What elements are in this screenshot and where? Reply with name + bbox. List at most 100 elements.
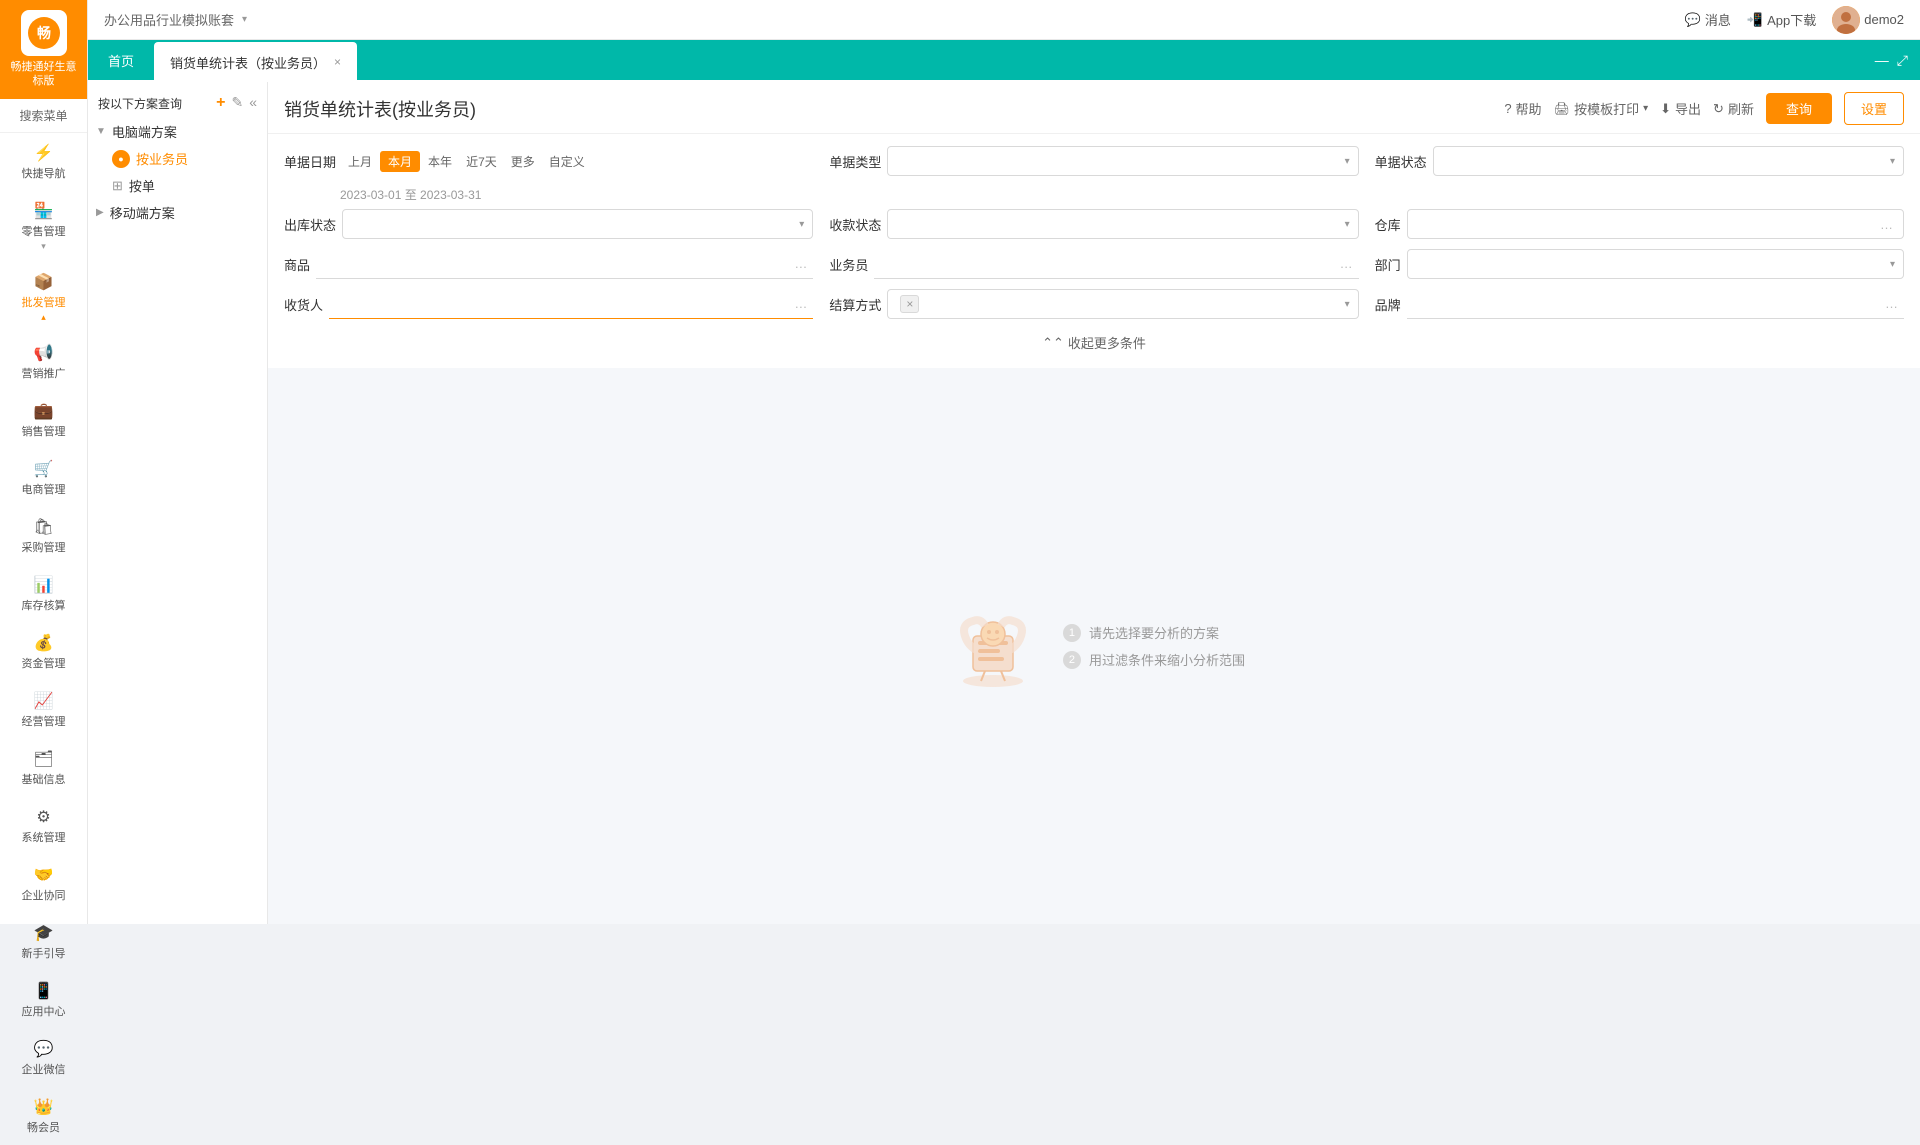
tab-bar: 首页 销货单统计表（按业务员） × — ⤢ bbox=[88, 40, 1920, 80]
collapse-icon: ⌃⌃ bbox=[1042, 335, 1064, 351]
quick-nav-icon: ⚡ bbox=[34, 143, 54, 163]
message-button[interactable]: 💬 消息 bbox=[1685, 10, 1731, 29]
department-select[interactable]: ▾ bbox=[1407, 249, 1904, 279]
goods-label: 商品 bbox=[284, 255, 310, 274]
template-print-button[interactable]: 🖨 按模板打印 ▾ bbox=[1554, 99, 1649, 118]
sidebar-item-ecommerce[interactable]: 🛒 电商管理 bbox=[0, 449, 87, 507]
tree-by-order[interactable]: ⊞ 按单 bbox=[88, 172, 267, 199]
tree-by-salesperson[interactable]: ● 按业务员 bbox=[88, 145, 267, 172]
brand-input[interactable]: … bbox=[1407, 289, 1904, 319]
export-button[interactable]: ⬇ 导出 bbox=[1660, 99, 1701, 118]
sidebar-quick-nav[interactable]: ⚡ 快捷导航 bbox=[0, 133, 87, 191]
header-dropdown-icon[interactable]: ▾ bbox=[242, 14, 247, 25]
tree-mobile-label: 移动端方案 bbox=[110, 203, 175, 222]
wholesale-label: 批发管理 bbox=[22, 294, 66, 310]
consignee-input[interactable]: … bbox=[329, 289, 813, 319]
sidebar-search[interactable]: 搜索菜单 bbox=[0, 99, 87, 133]
brand-dots: … bbox=[1885, 296, 1900, 311]
date-tab-custom[interactable]: 自定义 bbox=[543, 151, 591, 172]
page-title-bar: 销货单统计表(按业务员) ? 帮助 🖨 按模板打印 ▾ ⬇ 导出 bbox=[268, 80, 1920, 134]
refresh-button[interactable]: ↻ 刷新 bbox=[1713, 99, 1754, 118]
date-tab-this-year[interactable]: 本年 bbox=[422, 151, 458, 172]
date-tab-more[interactable]: 更多 bbox=[505, 151, 541, 172]
export-icon: ⬇ bbox=[1660, 101, 1671, 117]
payment-status-label: 收款状态 bbox=[829, 215, 881, 234]
sidebar-item-enterprise[interactable]: 🤝 企业协同 bbox=[0, 855, 87, 913]
apps-icon: 📱 bbox=[34, 981, 54, 1001]
sidebar-item-system[interactable]: ⚙ 系统管理 bbox=[0, 797, 87, 855]
sidebar-item-member[interactable]: 👑 畅会员 bbox=[0, 1087, 87, 1145]
tip-2-text: 用过滤条件来缩小分析范围 bbox=[1089, 650, 1245, 669]
payment-status-select[interactable]: ▾ bbox=[887, 209, 1358, 239]
collapse-panel-button[interactable]: « bbox=[249, 94, 257, 112]
tip-1-num: 1 bbox=[1063, 624, 1081, 642]
warehouse-input[interactable]: … bbox=[1407, 209, 1904, 239]
help-label: 帮助 bbox=[1516, 99, 1542, 118]
setting-button[interactable]: 设置 bbox=[1844, 92, 1904, 125]
date-range-text: 2023-03-01 至 2023-03-31 bbox=[340, 188, 481, 202]
settlement-tag-close[interactable]: × bbox=[906, 297, 913, 311]
edit-scheme-button[interactable]: ✎ bbox=[231, 94, 243, 112]
date-tab-last-month[interactable]: 上月 bbox=[342, 151, 378, 172]
newcomer-label: 新手引导 bbox=[22, 945, 66, 961]
tree-mobile-group[interactable]: ▶ 移动端方案 bbox=[88, 199, 267, 226]
sidebar-item-newcomer[interactable]: 🎓 新手引导 bbox=[0, 913, 87, 971]
header-left: 办公用品行业模拟账套 ▾ bbox=[104, 10, 247, 29]
doc-type-arrow-icon: ▾ bbox=[1345, 156, 1350, 167]
filter-row-1: 单据日期 上月 本月 本年 近7天 更多 自定义 单据类型 bbox=[284, 146, 1904, 176]
doc-status-select[interactable]: ▾ bbox=[1433, 146, 1904, 176]
sidebar-item-corp-wechat[interactable]: 💬 企业微信 bbox=[0, 1029, 87, 1087]
ecommerce-icon: 🛒 bbox=[34, 459, 54, 479]
tree-desktop-group[interactable]: ▼ 电脑端方案 bbox=[88, 118, 267, 145]
header-title: 办公用品行业模拟账套 bbox=[104, 10, 234, 29]
sidebar-item-sales[interactable]: 💼 销售管理 bbox=[0, 391, 87, 449]
sidebar-item-apps[interactable]: 📱 应用中心 bbox=[0, 971, 87, 1029]
query-button[interactable]: 查询 bbox=[1766, 93, 1832, 124]
enterprise-label: 企业协同 bbox=[22, 887, 66, 903]
tab-active[interactable]: 销货单统计表（按业务员） × bbox=[154, 42, 357, 82]
sidebar-item-basic[interactable]: 🗂 基础信息 bbox=[0, 739, 87, 797]
enterprise-icon: 🤝 bbox=[34, 865, 54, 885]
sales-icon: 💼 bbox=[34, 401, 54, 421]
date-filter-group: 单据日期 上月 本月 本年 近7天 更多 自定义 bbox=[284, 146, 813, 176]
goods-input[interactable]: … bbox=[316, 249, 813, 279]
corp-wechat-label: 企业微信 bbox=[22, 1061, 66, 1077]
settlement-select[interactable]: × ▾ bbox=[887, 289, 1358, 319]
warehouse-label: 仓库 bbox=[1375, 215, 1401, 234]
sidebar-item-retail[interactable]: 🏪 零售管理 ▾ bbox=[0, 191, 87, 262]
top-header: 办公用品行业模拟账套 ▾ 💬 消息 📲 App下载 demo2 bbox=[88, 0, 1920, 40]
tab-maximize-icon[interactable]: ⤢ bbox=[1897, 52, 1908, 69]
content-area: 按以下方案查询 + ✎ « ▼ 电脑端方案 ● 按业务员 ⊞ 按单 bbox=[88, 80, 1920, 924]
warehouse-filter-group: 仓库 … bbox=[1375, 209, 1904, 239]
tab-home[interactable]: 首页 bbox=[88, 40, 154, 80]
salesperson-input[interactable]: … bbox=[874, 249, 1358, 279]
tab-close-button[interactable]: × bbox=[334, 55, 341, 69]
out-status-select[interactable]: ▾ bbox=[342, 209, 813, 239]
help-button[interactable]: ? 帮助 bbox=[1504, 99, 1541, 118]
left-panel-title: 按以下方案查询 bbox=[98, 95, 182, 112]
sidebar-item-operations[interactable]: 📈 经营管理 bbox=[0, 681, 87, 739]
tip-2-num: 2 bbox=[1063, 651, 1081, 669]
user-profile[interactable]: demo2 bbox=[1832, 6, 1904, 34]
sidebar-item-marketing[interactable]: 📢 营销推广 bbox=[0, 333, 87, 391]
tree-salesperson-label: 按业务员 bbox=[136, 149, 188, 168]
sidebar-item-purchase[interactable]: 🛍 采购管理 bbox=[0, 507, 87, 565]
date-tab-7days[interactable]: 近7天 bbox=[460, 151, 503, 172]
salesperson-label: 业务员 bbox=[829, 255, 868, 274]
add-scheme-button[interactable]: + bbox=[216, 94, 225, 112]
newcomer-icon: 🎓 bbox=[34, 923, 54, 943]
doc-type-select[interactable]: ▾ bbox=[887, 146, 1358, 176]
filter-row-4: 收货人 … 结算方式 × bbox=[284, 289, 1904, 319]
date-tab-this-month[interactable]: 本月 bbox=[380, 151, 420, 172]
header-right: 💬 消息 📲 App下载 demo2 bbox=[1685, 6, 1904, 34]
search-menu-label: 搜索菜单 bbox=[0, 107, 87, 124]
retail-label: 零售管理 bbox=[22, 223, 66, 239]
tab-minimize-icon[interactable]: — bbox=[1875, 52, 1889, 68]
empty-state: 1 请先选择要分析的方案 2 用过滤条件来缩小分析范围 bbox=[943, 596, 1245, 696]
sidebar-item-finance[interactable]: 💰 资金管理 bbox=[0, 623, 87, 681]
sidebar-item-wholesale[interactable]: 📦 批发管理 ▴ bbox=[0, 262, 87, 333]
sidebar-item-inventory[interactable]: 📊 库存核算 bbox=[0, 565, 87, 623]
app-download-button[interactable]: 📲 App下载 bbox=[1747, 10, 1816, 29]
page-actions: ? 帮助 🖨 按模板打印 ▾ ⬇ 导出 ↻ 刷新 bbox=[1504, 92, 1904, 125]
collapse-button[interactable]: ⌃⌃ 收起更多条件 bbox=[284, 329, 1904, 356]
